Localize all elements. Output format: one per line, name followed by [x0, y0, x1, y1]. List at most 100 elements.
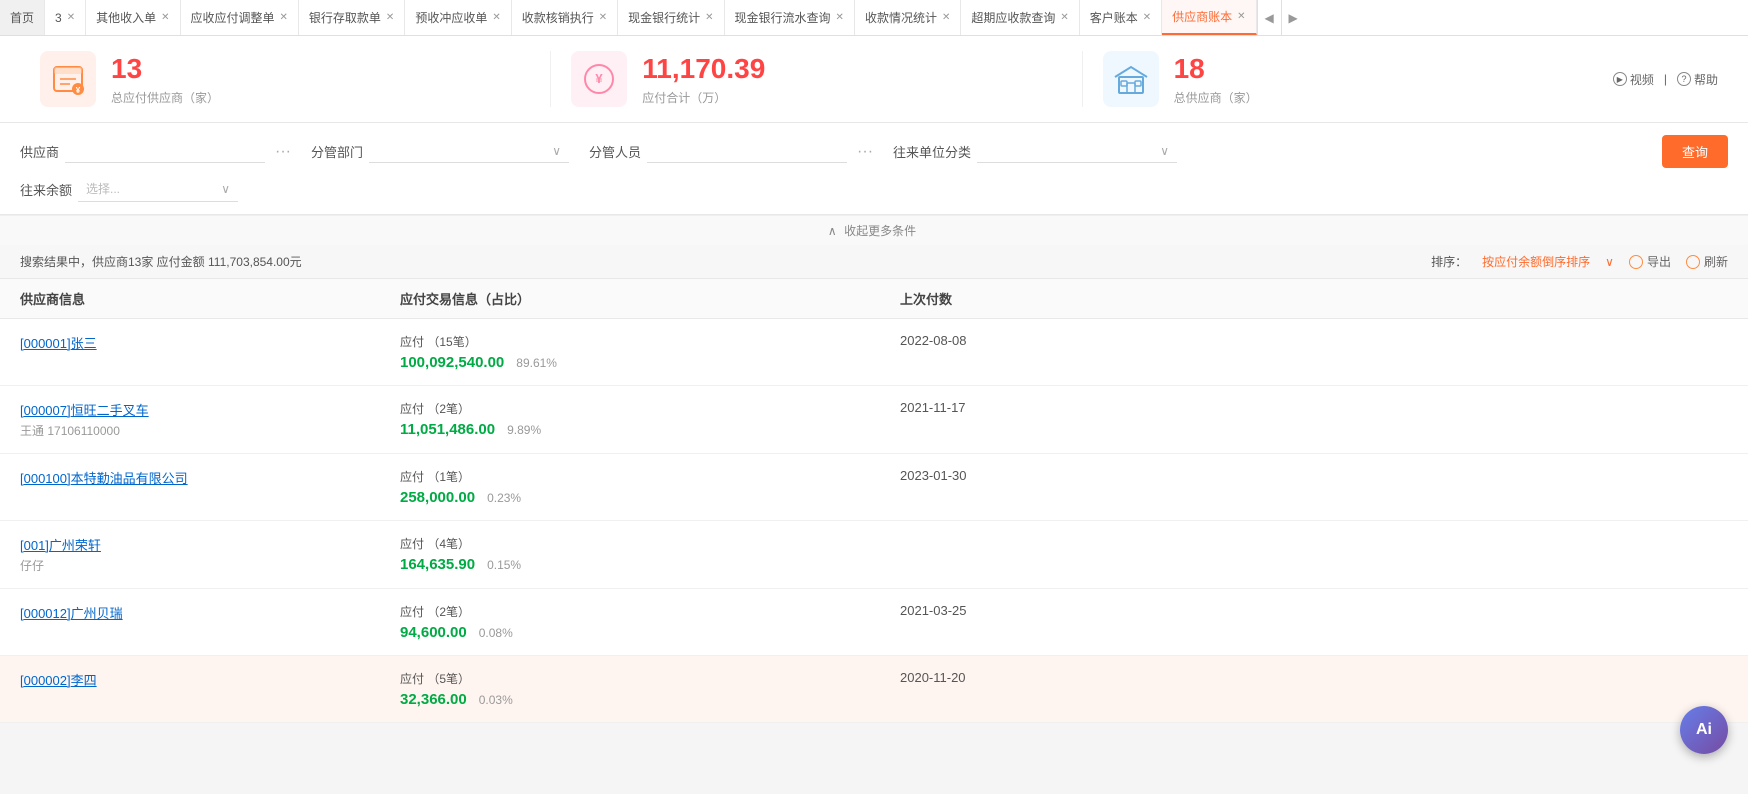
supplier-link-1[interactable]: [000001]张三: [20, 336, 97, 351]
nav-tab-supplier-ledger-close[interactable]: ✕: [1237, 11, 1245, 22]
supplier-cell-5: [000012]广州贝瑞: [20, 603, 400, 622]
nav-tab-other-income[interactable]: 其他收入单 ✕: [86, 0, 180, 35]
nav-tab-3-close[interactable]: ✕: [67, 12, 75, 23]
ai-button[interactable]: Ai: [1680, 706, 1728, 754]
supplier-cell-6: [000002]李四: [20, 670, 400, 689]
nav-tab-overdue[interactable]: 超期应收款查询 ✕: [961, 0, 1079, 35]
person-input[interactable]: [647, 140, 847, 163]
tx-amount-6[interactable]: 32,366.00: [400, 691, 467, 708]
transaction-cell-2: 应付 （2笔） 11,051,486.00 9.89%: [400, 400, 900, 438]
supplier-cell-1: [000001]张三: [20, 333, 400, 352]
table-row: [000002]李四 应付 （5笔） 32,366.00 0.03% 2020-…: [0, 656, 1748, 723]
nav-tab-cash-stat[interactable]: 现金银行统计 ✕: [618, 0, 724, 35]
category-select-arrow-icon: ∨: [1160, 144, 1169, 158]
dept-select[interactable]: ∨: [369, 140, 569, 163]
nav-tab-home[interactable]: 首页: [0, 0, 45, 35]
nav-tab-ar-ap[interactable]: 应收应付调整单 ✕: [181, 0, 299, 35]
supplier-link-3[interactable]: [000100]本特勤油品有限公司: [20, 471, 188, 486]
tx-percent-5: 0.08%: [479, 626, 513, 640]
nav-tab-customer-ledger[interactable]: 客户账本 ✕: [1080, 0, 1162, 35]
amount-icon: ¥: [571, 51, 627, 107]
nav-tab-pre-ar[interactable]: 预收冲应收单 ✕: [405, 0, 511, 35]
nav-tab-bank-label: 银行存取款单: [309, 9, 381, 26]
tx-percent-3: 0.23%: [487, 491, 521, 505]
transaction-cell-3: 应付 （1笔） 258,000.00 0.23%: [400, 468, 900, 506]
nav-tab-cash-flow[interactable]: 现金银行流水查询 ✕: [725, 0, 855, 35]
balance-arrow-icon: ∨: [221, 182, 230, 196]
nav-tab-home-label: 首页: [10, 9, 34, 26]
filter-row-1: 供应商 ··· 分管部门 ∨ 分管人员 ··· 往来单位分类 ∨ 查询: [20, 135, 1728, 168]
nav-tab-supplier-ledger[interactable]: 供应商账本 ✕: [1162, 0, 1256, 35]
supplier-link-2[interactable]: [000007]恒旺二手叉车: [20, 403, 149, 418]
balance-placeholder: 选择...: [86, 180, 120, 197]
video-link[interactable]: ▶ 视频: [1613, 71, 1654, 88]
tx-amount-5[interactable]: 94,600.00: [400, 624, 467, 641]
nav-arrow-right[interactable]: ▶: [1281, 0, 1305, 35]
nav-tab-cash-flow-close[interactable]: ✕: [836, 12, 844, 23]
nav-tab-overdue-label: 超期应收款查询: [971, 9, 1055, 26]
nav-tab-collection[interactable]: 收款核销执行 ✕: [512, 0, 618, 35]
nav-tab-pre-ar-close[interactable]: ✕: [492, 12, 500, 23]
collapse-up-icon: ∧: [828, 224, 837, 238]
table-row: [001]广州荣轩 仔仔 应付 （4笔） 164,635.90 0.15%: [0, 521, 1748, 589]
summary-card-suppliers: ¥ 13 总应付供应商（家）: [20, 51, 550, 107]
person-more-icon[interactable]: ···: [857, 143, 873, 161]
nav-tab-3-label: 3: [55, 11, 62, 25]
supplier-icon: ¥: [40, 51, 96, 107]
nav-tab-3[interactable]: 3 ✕: [45, 0, 86, 35]
balance-select[interactable]: 选择... ∨: [78, 176, 238, 202]
export-button[interactable]: 导出: [1629, 253, 1671, 270]
nav-tab-cash-stat-close[interactable]: ✕: [705, 12, 713, 23]
category-select[interactable]: ∨: [977, 140, 1177, 163]
nav-tab-collection-stat-close[interactable]: ✕: [942, 12, 950, 23]
nav-tab-customer-ledger-label: 客户账本: [1090, 9, 1138, 26]
supplier-cell-2: [000007]恒旺二手叉车 王通 17106110000: [20, 400, 400, 439]
nav-tab-bank[interactable]: 银行存取款单 ✕: [299, 0, 405, 35]
nav-tab-bank-close[interactable]: ✕: [386, 12, 394, 23]
supplier-link-5[interactable]: [000012]广州贝瑞: [20, 606, 123, 621]
filter-dept: 分管部门 ∨: [311, 140, 569, 163]
tx-percent-4: 0.15%: [487, 558, 521, 572]
transaction-cell-1: 应付 （15笔） 100,092,540.00 89.61%: [400, 333, 900, 371]
refresh-icon: [1686, 255, 1700, 269]
svg-text:¥: ¥: [596, 71, 604, 86]
filter-category: 往来单位分类 ∨: [893, 140, 1177, 163]
query-button[interactable]: 查询: [1662, 135, 1728, 168]
lastpay-cell-1: 2022-08-08: [900, 333, 1728, 348]
sort-value[interactable]: 按应付余额倒序排序: [1482, 253, 1590, 270]
tx-amount-3[interactable]: 258,000.00: [400, 489, 475, 506]
tx-amount-1[interactable]: 100,092,540.00: [400, 354, 504, 371]
table-row: [000012]广州贝瑞 应付 （2笔） 94,600.00 0.08% 202…: [0, 589, 1748, 656]
supplier-link-6[interactable]: [000002]李四: [20, 673, 97, 688]
summary-info-suppliers: 13 总应付供应商（家）: [111, 52, 530, 107]
link-divider: |: [1664, 72, 1667, 86]
supplier-link-4[interactable]: [001]广州荣轩: [20, 538, 101, 553]
tx-amount-2[interactable]: 11,051,486.00: [400, 421, 495, 438]
nav-tab-collection-stat-label: 收款情况统计: [865, 9, 937, 26]
export-label: 导出: [1647, 253, 1671, 270]
supplier-table: 供应商信息 应付交易信息（占比） 上次付数 [000001]张三 应付 （15笔…: [0, 279, 1748, 723]
nav-tab-overdue-close[interactable]: ✕: [1060, 12, 1068, 23]
nav-tab-other-income-close[interactable]: ✕: [161, 12, 169, 23]
collapse-bar[interactable]: ∧ 收起更多条件: [0, 215, 1748, 245]
help-link[interactable]: ? 帮助: [1677, 71, 1718, 88]
supplier-input[interactable]: [65, 140, 265, 163]
refresh-button[interactable]: 刷新: [1686, 253, 1728, 270]
tx-amount-4[interactable]: 164,635.90: [400, 556, 475, 573]
nav-tab-customer-ledger-close[interactable]: ✕: [1143, 12, 1151, 23]
supplier-more-icon[interactable]: ···: [275, 143, 291, 161]
nav-arrow-left[interactable]: ◀: [1257, 0, 1281, 35]
supplier-count-label: 总应付供应商（家）: [111, 89, 530, 106]
video-circle-icon: ▶: [1613, 72, 1627, 86]
nav-tab-collection-stat[interactable]: 收款情况统计 ✕: [855, 0, 961, 35]
balance-filter-label: 往来余额: [20, 180, 72, 199]
nav-tab-supplier-ledger-label: 供应商账本: [1172, 8, 1232, 25]
top-navigation: 首页 3 ✕ 其他收入单 ✕ 应收应付调整单 ✕ 银行存取款单 ✕ 预收冲应收单…: [0, 0, 1748, 36]
result-summary-text: 搜索结果中，供应商13家 应付金额 111,703,854.00元: [20, 253, 302, 270]
lastpay-cell-2: 2021-11-17: [900, 400, 1728, 415]
summary-card-total-suppliers: 18 总供应商（家）: [1082, 51, 1613, 107]
nav-tab-ar-ap-close[interactable]: ✕: [280, 12, 288, 23]
nav-tab-collection-close[interactable]: ✕: [599, 12, 607, 23]
store-icon: [1103, 51, 1159, 107]
collapse-label: 收起更多条件: [844, 224, 916, 238]
